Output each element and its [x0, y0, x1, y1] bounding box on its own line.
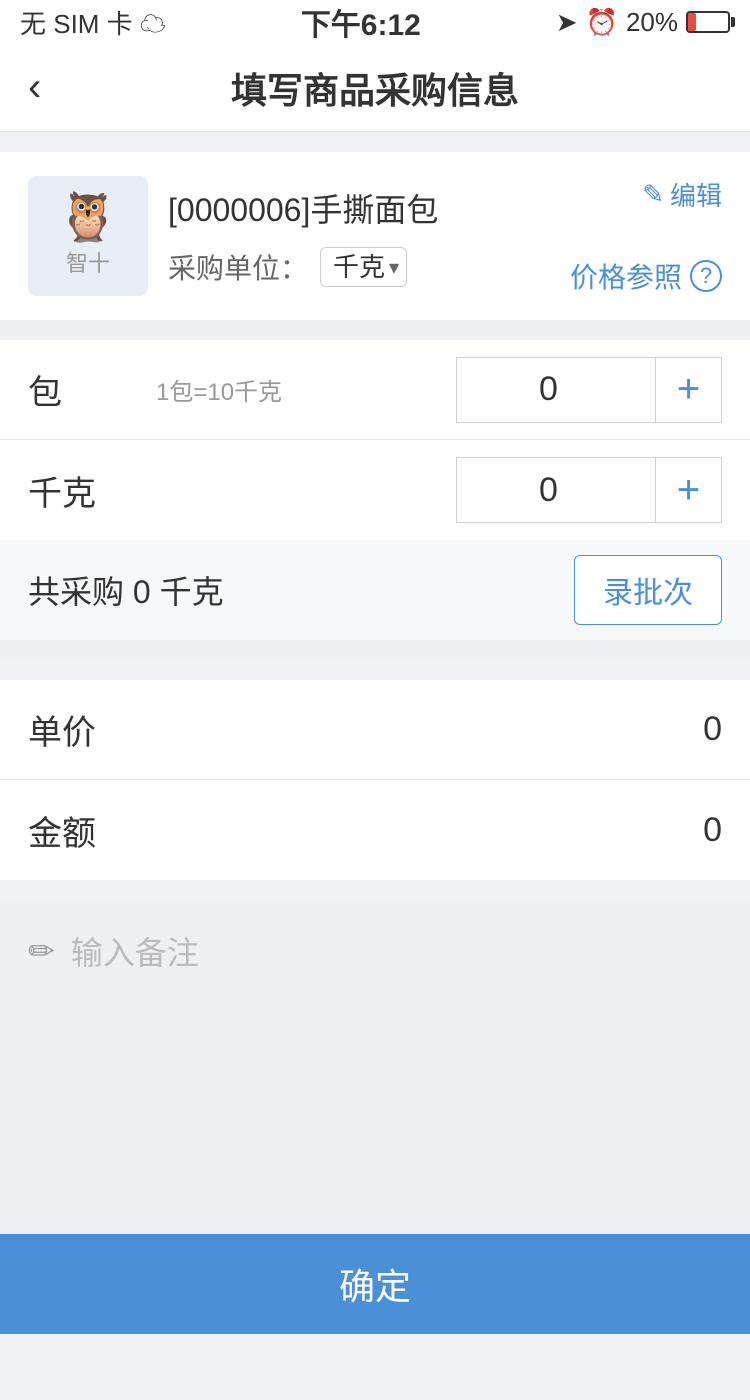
kg-input-control: +: [456, 457, 722, 523]
status-left: 无 SIM 卡 ☁: [20, 4, 166, 41]
bao-input-control: +: [456, 357, 722, 423]
unit-select[interactable]: 千克: [320, 247, 407, 287]
bao-input-row: 包 1包=10千克 +: [0, 340, 750, 440]
nav-bar: ‹ 填写商品采购信息: [0, 44, 750, 132]
unit-label: 采购单位：: [168, 247, 308, 287]
price-row: 单价 0: [0, 680, 750, 780]
location-icon: ➤: [556, 7, 578, 38]
help-icon: ?: [690, 260, 722, 292]
edit-icon: ✎: [642, 179, 664, 210]
bao-sub-label: 1包=10千克: [156, 372, 456, 407]
page-title: 填写商品采购信息: [231, 62, 519, 114]
price-ref-label: 价格参照: [570, 256, 682, 296]
edit-button[interactable]: ✎ 编辑: [642, 176, 722, 213]
bao-label: 包: [28, 365, 148, 414]
price-label: 单价: [28, 705, 96, 754]
status-bar: 无 SIM 卡 ☁ 下午6:12 ➤ ⏰ 20%: [0, 0, 750, 44]
product-thumb-icon: 🦉: [58, 194, 118, 242]
battery-icon: [686, 11, 730, 33]
back-button[interactable]: ‹: [28, 65, 41, 110]
note-icon: ✏: [28, 932, 55, 970]
separator-1: [0, 320, 750, 340]
amount-row: 金额 0: [0, 780, 750, 880]
product-card: 🦉 智十 [0000006]手撕面包 采购单位： 千克 ▾ ✎ 编辑 价格参照 …: [0, 152, 750, 320]
summary-text: 共采购 0 千克: [28, 567, 224, 613]
amount-label: 金额: [28, 806, 96, 855]
status-time: 下午6:12: [301, 0, 421, 44]
separator-2: [0, 640, 750, 660]
product-name: [0000006]手撕面包: [168, 185, 722, 231]
product-thumb-label: 智十: [66, 246, 110, 278]
sim-label: 无 SIM 卡 ☁: [20, 4, 166, 41]
battery-percent: 20%: [626, 7, 678, 38]
input-section: 包 1包=10千克 + 千克 +: [0, 340, 750, 540]
kg-input[interactable]: [456, 457, 656, 523]
price-ref-button[interactable]: 价格参照 ?: [570, 256, 722, 296]
price-value: 0: [703, 710, 722, 749]
info-section: 单价 0 金额 0: [0, 680, 750, 880]
alarm-icon: ⏰: [586, 7, 618, 38]
status-right: ➤ ⏰ 20%: [556, 7, 730, 38]
unit-select-wrapper[interactable]: 千克 ▾: [320, 247, 407, 287]
bao-plus-button[interactable]: +: [656, 357, 722, 423]
note-placeholder: 输入备注: [71, 928, 199, 974]
product-thumbnail: 🦉 智十: [28, 176, 148, 296]
amount-value: 0: [703, 811, 722, 850]
summary-row: 共采购 0 千克 录批次: [0, 540, 750, 640]
confirm-button[interactable]: 确定: [0, 1234, 750, 1334]
bao-input[interactable]: [456, 357, 656, 423]
kg-input-row: 千克 +: [0, 440, 750, 540]
batch-button[interactable]: 录批次: [574, 555, 722, 625]
edit-label: 编辑: [670, 176, 722, 213]
kg-plus-button[interactable]: +: [656, 457, 722, 523]
kg-label: 千克: [28, 466, 148, 515]
